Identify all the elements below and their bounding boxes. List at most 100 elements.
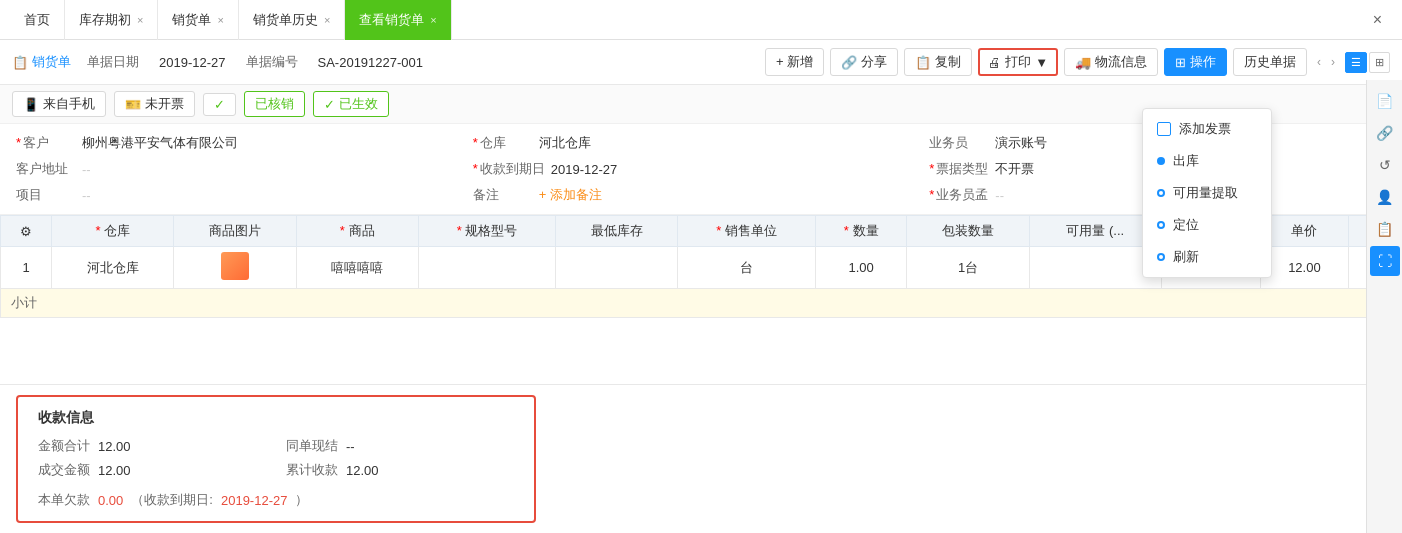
logistics-button-label: 物流信息	[1095, 53, 1147, 71]
add-note-button[interactable]: + 添加备注	[539, 186, 602, 204]
due-hint: （收款到期日:	[131, 491, 213, 509]
col-gear: ⚙	[1, 216, 52, 247]
print-button[interactable]: 🖨 打印 ▼	[978, 48, 1058, 76]
copy-button[interactable]: 📋 复制	[904, 48, 972, 76]
view-toggle: ☰ ⊞	[1345, 52, 1390, 73]
right-sidebar: 📄 🔗 ↺ 👤 📋 ⛶	[1366, 80, 1402, 533]
address-value: --	[82, 162, 91, 177]
row-unit: 台	[678, 247, 816, 289]
arrears-row: 本单欠款 0.00 （收款到期日: 2019-12-27 ）	[38, 491, 514, 509]
refresh-label: 刷新	[1173, 248, 1199, 266]
customer-value: 柳州粤港平安气体有限公司	[82, 134, 238, 152]
sidebar-icon-4[interactable]: 👤	[1370, 182, 1400, 212]
navigation-arrows: ‹ ›	[1313, 53, 1339, 71]
salesperson2-value: --	[995, 188, 1004, 203]
col-unit: * 销售单位	[678, 216, 816, 247]
sidebar-icon-3[interactable]: ↺	[1370, 150, 1400, 180]
col-unit-price: 单价	[1261, 216, 1349, 247]
subtotal-row: 小计	[1, 289, 1402, 318]
inventory-tab-close[interactable]: ×	[137, 14, 143, 26]
receipt-info-panel: 收款信息 金额合计 12.00 同单现结 -- 成交金额 12.00 累计收款 …	[16, 395, 536, 523]
nav-tab-sales[interactable]: 销货单 ×	[158, 0, 238, 40]
col-min-stock: 最低库存	[556, 216, 678, 247]
logistics-button[interactable]: 🚚 物流信息	[1064, 48, 1158, 76]
warehouse-value: 河北仓库	[539, 134, 591, 152]
number-value: SA-20191227-001	[318, 55, 424, 70]
col-warehouse: * 仓库	[52, 216, 174, 247]
dropdown-item-refresh[interactable]: 刷新	[1143, 241, 1271, 273]
new-button[interactable]: + 新增	[765, 48, 824, 76]
effective-button[interactable]: ✓ 已生效	[313, 91, 389, 117]
nav-tab-home[interactable]: 首页	[10, 0, 65, 40]
nav-tab-view-sales[interactable]: 查看销货单 ×	[345, 0, 451, 40]
from-phone-button[interactable]: 📱 来自手机	[12, 91, 106, 117]
print-dropdown-arrow: ▼	[1035, 55, 1048, 70]
locate-label: 定位	[1173, 216, 1199, 234]
refresh-icon	[1157, 253, 1165, 261]
view-sales-tab-close[interactable]: ×	[430, 14, 436, 26]
customer-label: *客户	[16, 134, 76, 152]
dropdown-item-available[interactable]: 可用量提取	[1143, 177, 1271, 209]
check-icon: ✓	[214, 97, 225, 112]
share-icon: 🔗	[841, 55, 857, 70]
not-open-button[interactable]: 🎫 未开票	[114, 91, 195, 117]
invoice-icon	[1157, 122, 1171, 136]
sidebar-icon-5[interactable]: 📋	[1370, 214, 1400, 244]
operate-dropdown: 添加发票 出库 可用量提取 定位 刷新	[1142, 108, 1272, 278]
salesperson2-label: *业务员孟	[929, 186, 989, 204]
not-open-label: 未开票	[145, 95, 184, 113]
effective-label: 已生效	[339, 95, 378, 113]
warehouse-field: *仓库 河北仓库	[473, 134, 930, 152]
check-icon-btn[interactable]: ✓	[203, 93, 236, 116]
cumulative-row: 累计收款 12.00	[286, 461, 514, 479]
history-button-label: 历史单据	[1244, 53, 1296, 71]
receipt-info-title: 收款信息	[38, 409, 514, 427]
bottom-panel: 收款信息 金额合计 12.00 同单现结 -- 成交金额 12.00 累计收款 …	[0, 385, 1402, 533]
dropdown-item-invoice[interactable]: 添加发票	[1143, 113, 1271, 145]
cumulative-label: 累计收款	[286, 461, 338, 479]
main-content: 📋 销货单 单据日期 2019-12-27 单据编号 SA-20191227-0…	[0, 40, 1402, 533]
window-close-button[interactable]: ×	[1363, 11, 1392, 29]
receipt-info-grid: 金额合计 12.00 同单现结 -- 成交金额 12.00 累计收款 12.00	[38, 437, 514, 509]
print-icon: 🖨	[988, 55, 1001, 70]
sales-history-tab-label: 销货单历史	[253, 11, 318, 29]
inventory-tab-label: 库存期初	[79, 11, 131, 29]
dropdown-item-locate[interactable]: 定位	[1143, 209, 1271, 241]
sidebar-icon-1[interactable]: 📄	[1370, 86, 1400, 116]
view-sales-tab-label: 查看销货单	[359, 11, 424, 29]
history-button[interactable]: 历史单据	[1233, 48, 1307, 76]
gear-settings-icon[interactable]: ⚙	[20, 224, 32, 239]
list-view-button[interactable]: ☰	[1345, 52, 1367, 73]
share-button[interactable]: 🔗 分享	[830, 48, 898, 76]
dropdown-item-outbound[interactable]: 出库	[1143, 145, 1271, 177]
grid-view-button[interactable]: ⊞	[1369, 52, 1390, 73]
sales-tab-close[interactable]: ×	[217, 14, 223, 26]
operate-button[interactable]: ⊞ 操作	[1164, 48, 1227, 76]
phone-icon: 📱	[23, 97, 39, 112]
copy-button-label: 复制	[935, 53, 961, 71]
document-info: 单据日期 2019-12-27 单据编号 SA-20191227-001	[87, 53, 423, 71]
home-tab-label: 首页	[24, 11, 50, 29]
nav-tab-sales-history[interactable]: 销货单历史 ×	[239, 0, 345, 40]
checked-button[interactable]: 已核销	[244, 91, 305, 117]
row-min-stock	[556, 247, 678, 289]
col-qty: * 数量	[815, 216, 907, 247]
project-field: 项目 --	[16, 186, 473, 204]
due-date-label: *收款到期日	[473, 160, 545, 178]
next-arrow[interactable]: ›	[1327, 53, 1339, 71]
date-value: 2019-12-27	[159, 55, 226, 70]
row-no: 1	[1, 247, 52, 289]
top-navigation: 首页 库存期初 × 销货单 × 销货单历史 × 查看销货单 × ×	[0, 0, 1402, 40]
due-date-field: *收款到期日 2019-12-27	[473, 160, 930, 178]
sales-history-tab-close[interactable]: ×	[324, 14, 330, 26]
nav-tab-inventory[interactable]: 库存期初 ×	[65, 0, 158, 40]
number-label: 单据编号	[246, 53, 298, 71]
prev-arrow[interactable]: ‹	[1313, 53, 1325, 71]
row-img	[174, 247, 296, 289]
from-phone-label: 来自手机	[43, 95, 95, 113]
salesperson-value: 演示账号	[995, 134, 1047, 152]
sidebar-icon-expand[interactable]: ⛶	[1370, 246, 1400, 276]
row-spec	[418, 247, 556, 289]
sidebar-icon-2[interactable]: 🔗	[1370, 118, 1400, 148]
row-pack-qty: 1台	[907, 247, 1029, 289]
